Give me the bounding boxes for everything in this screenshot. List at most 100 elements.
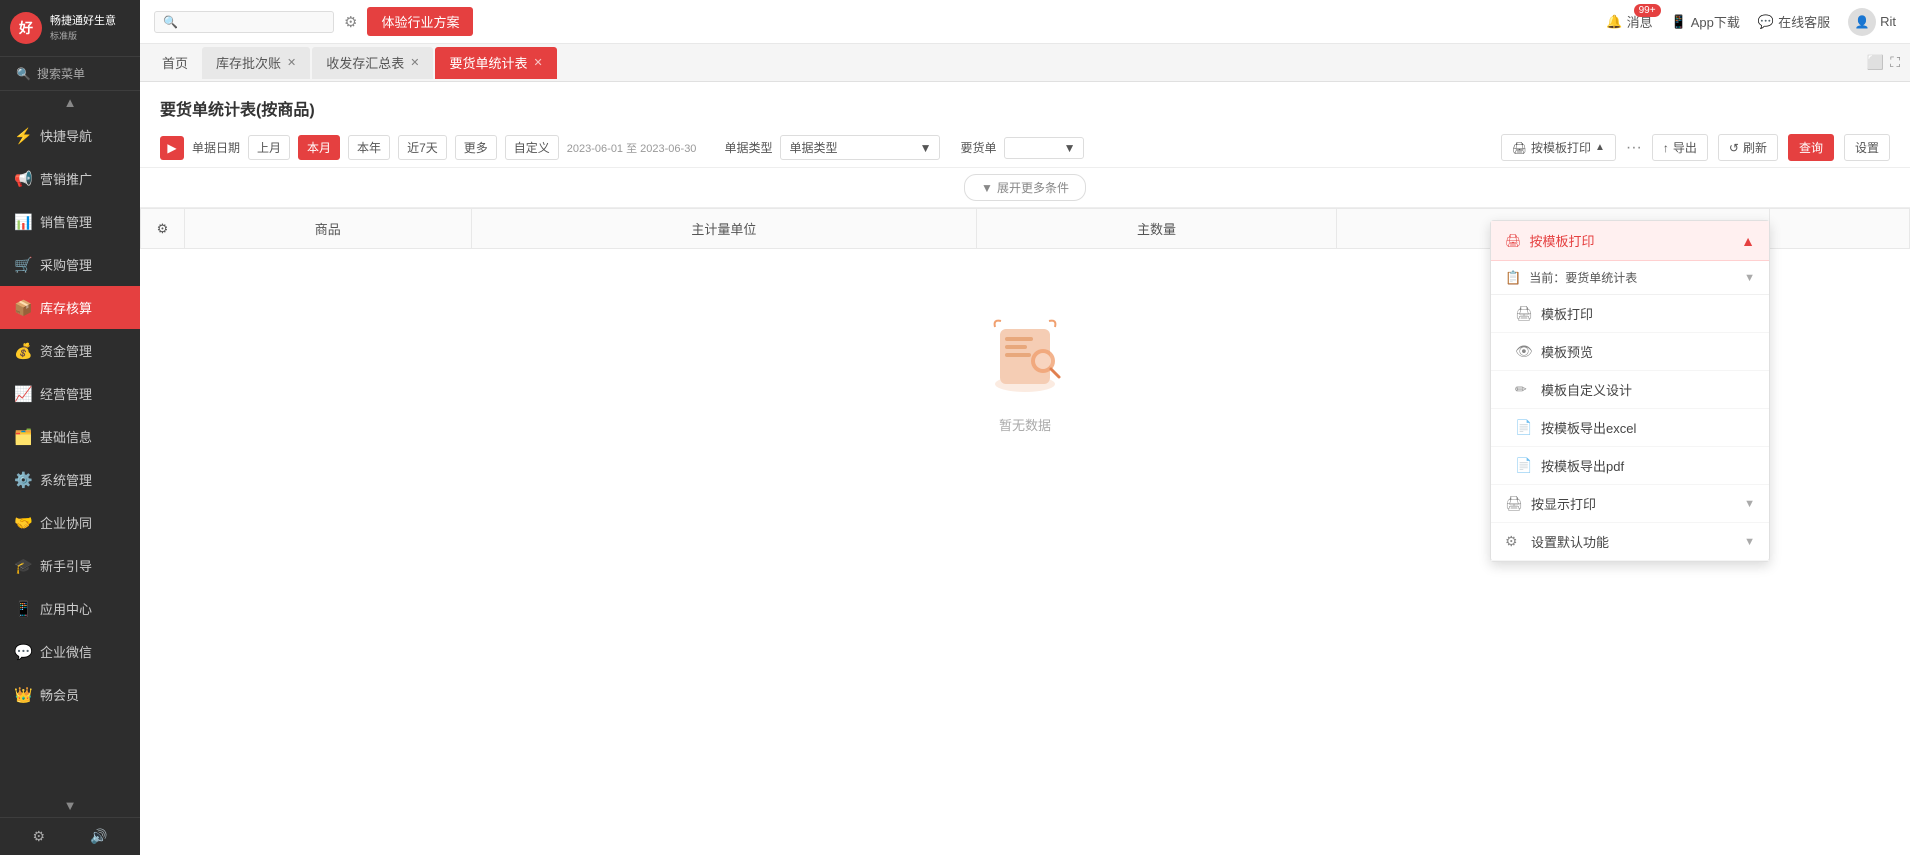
home-tab-label: 首页: [162, 53, 188, 72]
type-filter-select[interactable]: 单据类型 ▼: [780, 135, 940, 160]
messages-button[interactable]: 🔔 消息 99+: [1606, 12, 1652, 31]
sidebar-item-label: 企业微信: [40, 642, 92, 661]
date-more-btn[interactable]: 更多: [455, 135, 497, 160]
sales-icon: 📊: [14, 213, 32, 231]
dropdown-header[interactable]: 🖨 按模板打印 ▲: [1491, 221, 1769, 261]
expand-more-button[interactable]: ▼ 展开更多条件: [964, 174, 1086, 201]
toolbar-expand-button[interactable]: ▶: [160, 136, 184, 160]
refresh-icon: ↺: [1729, 141, 1739, 155]
tab-resize-buttons: ⬜ ⛶: [1867, 54, 1900, 71]
sidebar-item-label: 应用中心: [40, 599, 92, 618]
toolbar-right: 🖨 按模板打印 ▲ ··· ↑ 导出 ↺ 刷新 查询 设置: [1501, 134, 1890, 161]
app-download-button[interactable]: 📱 App下载: [1671, 12, 1740, 31]
settings-button-toolbar[interactable]: 设置: [1844, 134, 1890, 161]
sidebar-item-appstore[interactable]: 📱 应用中心: [0, 587, 140, 630]
tab-order-stats[interactable]: 要货单统计表 ✕: [435, 47, 556, 79]
sidebar-item-inventory[interactable]: 📦 库存核算: [0, 286, 140, 329]
sidebar-item-member[interactable]: 👑 畅会员: [0, 673, 140, 716]
sidebar-item-operation[interactable]: 📈 经营管理: [0, 372, 140, 415]
page-title: 要货单统计表(按商品): [140, 82, 1910, 128]
more-options-icon[interactable]: ···: [1626, 139, 1642, 157]
date-7days-btn[interactable]: 近7天: [398, 135, 447, 160]
settings-button[interactable]: ⚙: [33, 828, 46, 845]
search-icon: 🔍: [16, 67, 31, 81]
tab-batch-close[interactable]: ✕: [287, 56, 296, 69]
column-settings-icon[interactable]: ⚙: [157, 221, 169, 236]
finance-icon: 💰: [14, 342, 32, 360]
settings-col-header[interactable]: ⚙: [141, 209, 185, 249]
sidebar-item-wechat[interactable]: 💬 企业微信: [0, 630, 140, 673]
tab-receipt[interactable]: 收发存汇总表 ✕: [312, 47, 433, 79]
dropdown-item-template-excel[interactable]: 📄 按模板导出excel: [1491, 409, 1769, 447]
sidebar-item-system[interactable]: ⚙️ 系统管理: [0, 458, 140, 501]
current-template-row[interactable]: 📋 当前：要货单统计表 ▼: [1491, 261, 1769, 295]
dropdown-item-display-print[interactable]: 🖨 按显示打印 ▼: [1491, 485, 1769, 523]
trial-button[interactable]: 体验行业方案: [367, 7, 473, 36]
sidebar-item-label: 销售管理: [40, 212, 92, 231]
sidebar-item-collab[interactable]: 🤝 企业协同: [0, 501, 140, 544]
sidebar-item-quicknav[interactable]: ⚡ 快捷导航: [0, 114, 140, 157]
template-pdf-icon: 📄: [1515, 457, 1531, 474]
date-this-month-btn[interactable]: 本月: [298, 135, 340, 160]
dropdown-item-template-design[interactable]: ✏ 模板自定义设计: [1491, 371, 1769, 409]
sidebar-item-purchase[interactable]: 🛒 采购管理: [0, 243, 140, 286]
current-template-left: 📋 当前：要货单统计表: [1505, 269, 1637, 286]
display-print-icon: 🖨: [1505, 495, 1521, 512]
tab-receipt-label: 收发存汇总表: [326, 53, 404, 72]
topbar-search-icon: 🔍: [163, 15, 178, 29]
dropdown-item-template-preview[interactable]: 👁 模板预览: [1491, 333, 1769, 371]
tab-maximize-icon[interactable]: ⛶: [1890, 54, 1900, 71]
sound-button[interactable]: 🔊: [90, 828, 107, 845]
nav-scroll-down[interactable]: ▼: [0, 794, 140, 817]
topbar-search[interactable]: 🔍: [154, 11, 334, 33]
dropdown-item-default-func[interactable]: ⚙ 设置默认功能 ▼: [1491, 523, 1769, 561]
collab-icon: 🤝: [14, 514, 32, 532]
tab-order-stats-close[interactable]: ✕: [534, 56, 543, 69]
dropdown-item-template-pdf[interactable]: 📄 按模板导出pdf: [1491, 447, 1769, 485]
refresh-button[interactable]: ↺ 刷新: [1718, 134, 1778, 161]
tab-home[interactable]: 首页: [150, 47, 200, 78]
sidebar-item-label: 资金管理: [40, 341, 92, 360]
sidebar-item-basic[interactable]: 🗂️ 基础信息: [0, 415, 140, 458]
tab-bar: 首页 库存批次账 ✕ 收发存汇总表 ✕ 要货单统计表 ✕ ⬜ ⛶: [140, 44, 1910, 82]
app-badge: 标准版: [50, 29, 116, 42]
sidebar-item-guide[interactable]: 🎓 新手引导: [0, 544, 140, 587]
sidebar-item-sales[interactable]: 📊 销售管理: [0, 200, 140, 243]
date-this-year-btn[interactable]: 本年: [348, 135, 390, 160]
empty-illustration: [975, 309, 1075, 399]
user-avatar-icon: 👤: [1855, 15, 1870, 29]
export-icon: ↑: [1663, 141, 1669, 155]
export-button[interactable]: ↑ 导出: [1652, 134, 1708, 161]
quicknav-icon: ⚡: [14, 127, 32, 145]
sidebar-item-marketing[interactable]: 📢 营销推广: [0, 157, 140, 200]
topbar-gear-icon[interactable]: ⚙: [344, 13, 357, 31]
nav-scroll-up[interactable]: ▲: [0, 91, 140, 114]
sidebar-search[interactable]: 🔍 搜索菜单: [0, 57, 140, 91]
online-service-button[interactable]: 💬 在线客服: [1758, 12, 1830, 31]
template-design-label: 模板自定义设计: [1541, 380, 1632, 399]
display-print-chevron: ▼: [1744, 498, 1755, 510]
tab-receipt-close[interactable]: ✕: [410, 56, 419, 69]
yaohuodan-label: 要货单: [960, 139, 996, 156]
sidebar-item-finance[interactable]: 💰 资金管理: [0, 329, 140, 372]
app-download-label: App下载: [1691, 12, 1740, 31]
col-quantity: 主数量: [977, 209, 1337, 249]
date-custom-btn[interactable]: 自定义: [505, 135, 559, 160]
print-template-button[interactable]: 🖨 按模板打印 ▲: [1501, 134, 1616, 161]
template-print-icon: 🖨: [1515, 305, 1531, 322]
dropdown-item-template-print[interactable]: 🖨 模板打印: [1491, 295, 1769, 333]
app-logo: 好 畅捷通好生意 标准版: [0, 0, 140, 57]
user-menu-button[interactable]: 👤 Rit: [1848, 8, 1896, 36]
tab-batch-label: 库存批次账: [216, 53, 281, 72]
type-filter-label: 单据类型: [724, 139, 772, 156]
tab-batch[interactable]: 库存批次账 ✕: [202, 47, 310, 79]
expand-more-icon: ▼: [981, 181, 993, 195]
date-range-text: 2023-06-01 至 2023-06-30: [567, 140, 697, 156]
topbar: 🔍 ⚙ 体验行业方案 🔔 消息 99+ 📱 App下载 💬 在线客服: [140, 0, 1910, 44]
tab-minimize-icon[interactable]: ⬜: [1867, 54, 1884, 71]
date-prev-month-btn[interactable]: 上月: [248, 135, 290, 160]
query-button[interactable]: 查询: [1788, 134, 1834, 161]
yaohuodan-select[interactable]: ▼: [1004, 137, 1084, 159]
dropdown-close-chevron[interactable]: ▲: [1741, 233, 1755, 249]
sidebar-item-label: 企业协同: [40, 513, 92, 532]
